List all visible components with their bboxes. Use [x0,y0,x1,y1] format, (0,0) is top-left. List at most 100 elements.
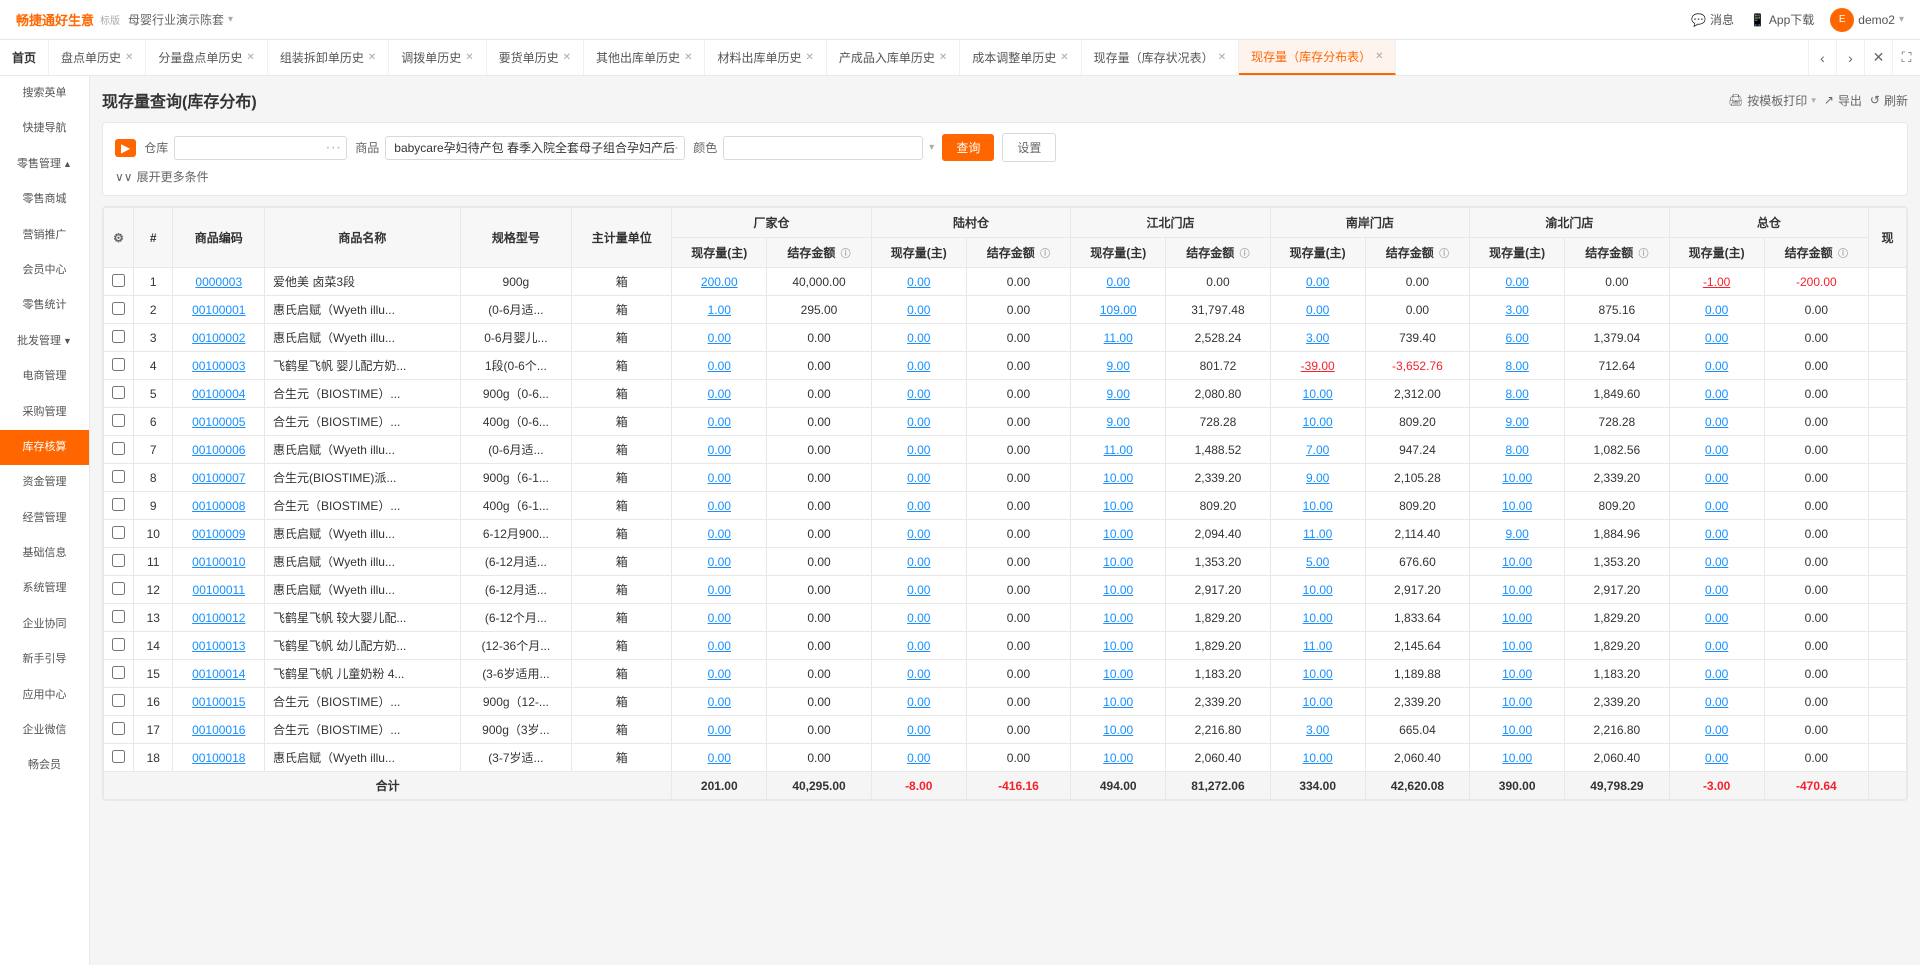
sidebar-item-wechat[interactable]: 企业微信 [0,713,89,748]
cell-nanan-qty[interactable]: 10.00 [1270,492,1365,520]
cell-lucun-qty[interactable]: 0.00 [871,268,966,296]
cell-lucun-qty[interactable]: 0.00 [871,408,966,436]
cell-jiangbei-qty[interactable]: 10.00 [1071,744,1166,772]
cell-code[interactable]: 00100004 [173,380,265,408]
cell-jiangbei-qty[interactable]: 11.00 [1071,324,1166,352]
row-checkbox[interactable] [112,526,125,539]
cell-lucun-qty[interactable]: 0.00 [871,492,966,520]
row-checkbox[interactable] [112,470,125,483]
row-checkbox[interactable] [112,582,125,595]
cell-jiangbei-qty[interactable]: 10.00 [1071,520,1166,548]
cell-jiangbei-qty[interactable]: 10.00 [1071,716,1166,744]
cell-checkbox[interactable] [104,520,134,548]
sidebar-item-ecommerce[interactable]: 电商管理 [0,359,89,394]
cell-nanan-qty[interactable]: 10.00 [1270,604,1365,632]
cell-factory-qty[interactable]: 0.00 [672,632,767,660]
cell-code[interactable]: 00100014 [173,660,265,688]
cell-checkbox[interactable] [104,604,134,632]
close-icon[interactable]: ✕ [805,52,813,63]
cell-total-qty[interactable]: 0.00 [1669,548,1764,576]
cell-checkbox[interactable] [104,296,134,324]
tab-other-out-history[interactable]: 其他出库单历史 ✕ [584,40,705,75]
message-btn[interactable]: 💬 消息 [1691,11,1734,28]
cell-factory-qty[interactable]: 0.00 [672,660,767,688]
cell-checkbox[interactable] [104,744,134,772]
cell-lucun-qty[interactable]: 0.00 [871,660,966,688]
sidebar-item-retail-mall[interactable]: 零售商城 [0,182,89,217]
cell-total-qty[interactable]: 0.00 [1669,296,1764,324]
goods-input[interactable] [385,136,685,160]
nav-next-btn[interactable]: › [1836,40,1864,76]
cell-total-qty[interactable]: 0.00 [1669,576,1764,604]
cell-code[interactable]: 00100001 [173,296,265,324]
cell-checkbox[interactable] [104,492,134,520]
cell-total-qty[interactable]: 0.00 [1669,352,1764,380]
cell-factory-qty[interactable]: 1.00 [672,296,767,324]
row-checkbox[interactable] [112,638,125,651]
cell-code[interactable]: 00100011 [173,576,265,604]
cell-nanan-qty[interactable]: 9.00 [1270,464,1365,492]
close-icon[interactable]: ✕ [465,52,473,63]
sidebar-item-retail-stats[interactable]: 零售统计 [0,288,89,323]
cell-lucun-qty[interactable]: 0.00 [871,324,966,352]
cell-jiangbei-qty[interactable]: 11.00 [1071,436,1166,464]
cell-checkbox[interactable] [104,632,134,660]
cell-factory-qty[interactable]: 0.00 [672,352,767,380]
cell-nanan-qty[interactable]: 0.00 [1270,268,1365,296]
cell-yubei-qty[interactable]: 10.00 [1470,604,1565,632]
cell-checkbox[interactable] [104,324,134,352]
user-area[interactable]: E demo2 ▾ [1830,8,1904,32]
cell-factory-qty[interactable]: 200.00 [672,268,767,296]
cell-total-qty[interactable]: 0.00 [1669,604,1764,632]
sidebar-item-membership[interactable]: 畅会员 [0,748,89,783]
sidebar-item-finance[interactable]: 资金管理 [0,465,89,500]
tab-transfer-history[interactable]: 调拨单历史 ✕ [389,40,486,75]
cell-yubei-qty[interactable]: 10.00 [1470,576,1565,604]
cell-jiangbei-qty[interactable]: 109.00 [1071,296,1166,324]
tab-assemble-history[interactable]: 组装拆卸单历史 ✕ [268,40,389,75]
sidebar-item-basic[interactable]: 基础信息 [0,536,89,571]
settings-btn[interactable]: 设置 [1002,133,1056,162]
cell-factory-qty[interactable]: 0.00 [672,464,767,492]
row-checkbox[interactable] [112,442,125,455]
tab-home[interactable]: 首页 [0,40,49,75]
cell-yubei-qty[interactable]: 10.00 [1470,744,1565,772]
sidebar-item-wholesale[interactable]: 批发管理 ▼ [0,324,89,359]
info-icon[interactable]: ⓘ [1240,249,1250,260]
row-checkbox[interactable] [112,386,125,399]
cell-code[interactable]: 00100003 [173,352,265,380]
cell-jiangbei-qty[interactable]: 10.00 [1071,688,1166,716]
cell-factory-qty[interactable]: 0.00 [672,520,767,548]
cell-yubei-qty[interactable]: 9.00 [1470,408,1565,436]
sidebar-item-member[interactable]: 会员中心 [0,253,89,288]
cell-nanan-qty[interactable]: 3.00 [1270,716,1365,744]
cell-lucun-qty[interactable]: 0.00 [871,716,966,744]
tab-order-history[interactable]: 要货单历史 ✕ [487,40,584,75]
tab-inventory-history[interactable]: 盘点单历史 ✕ [49,40,146,75]
cell-jiangbei-qty[interactable]: 10.00 [1071,464,1166,492]
cell-code[interactable]: 00100006 [173,436,265,464]
cell-nanan-qty[interactable]: 11.00 [1270,632,1365,660]
export-btn[interactable]: ↗ 导出 [1824,92,1862,109]
cell-nanan-qty[interactable]: 11.00 [1270,520,1365,548]
cell-lucun-qty[interactable]: 0.00 [871,352,966,380]
sidebar-item-inventory[interactable]: 库存核算 [0,430,89,465]
sidebar-item-retail-mgmt[interactable]: 零售管理 ▲ [0,147,89,182]
cell-nanan-qty[interactable]: 0.00 [1270,296,1365,324]
cell-nanan-qty[interactable]: 10.00 [1270,576,1365,604]
nav-prev-btn[interactable]: ‹ [1808,40,1836,76]
row-checkbox[interactable] [112,498,125,511]
cell-checkbox[interactable] [104,464,134,492]
refresh-btn[interactable]: ↺ 刷新 [1870,92,1908,109]
nav-expand-btn[interactable]: ⛶ [1892,40,1920,76]
cell-yubei-qty[interactable]: 0.00 [1470,268,1565,296]
cell-yubei-qty[interactable]: 10.00 [1470,492,1565,520]
cell-yubei-qty[interactable]: 3.00 [1470,296,1565,324]
nav-close-btn[interactable]: ✕ [1864,40,1892,76]
row-checkbox[interactable] [112,666,125,679]
cell-factory-qty[interactable]: 0.00 [672,576,767,604]
cell-total-qty[interactable]: 0.00 [1669,744,1764,772]
cell-jiangbei-qty[interactable]: 10.00 [1071,492,1166,520]
cell-lucun-qty[interactable]: 0.00 [871,576,966,604]
cell-code[interactable]: 00100016 [173,716,265,744]
